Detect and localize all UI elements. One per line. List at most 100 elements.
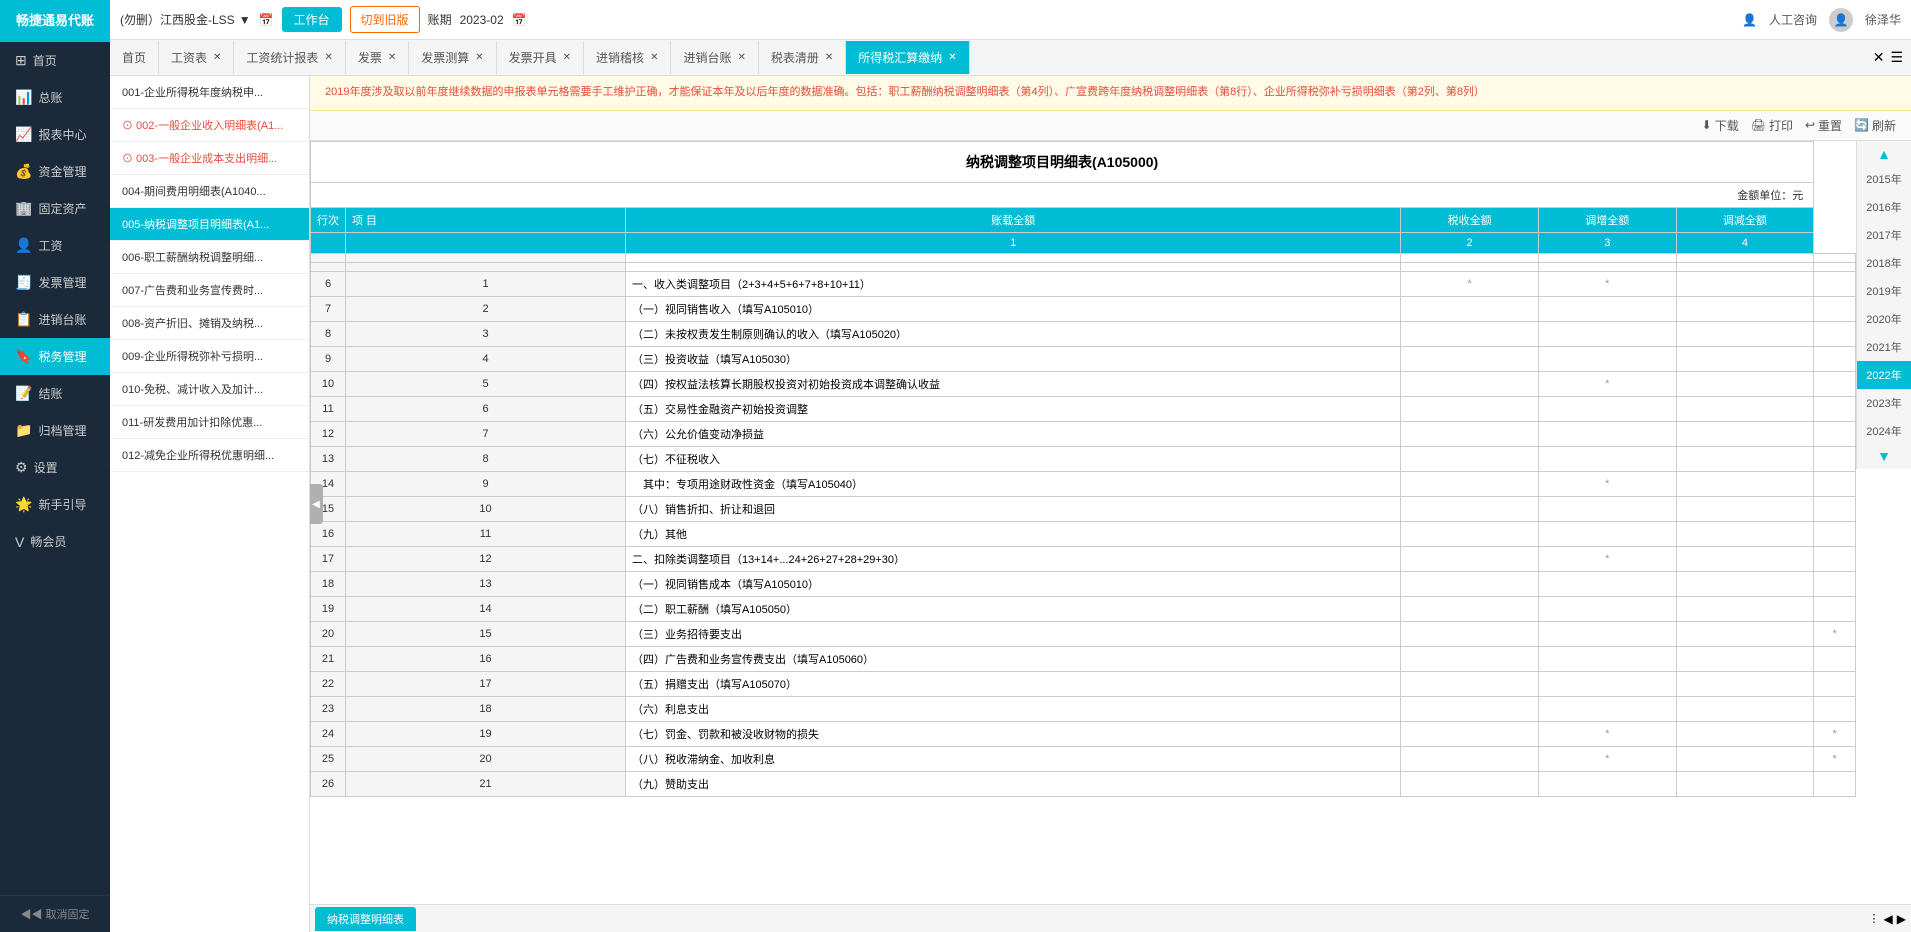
sidebar-unpin[interactable]: ◀◀ 取消固定	[0, 895, 110, 932]
cell-c2[interactable]	[1538, 396, 1676, 421]
cell-c1[interactable]	[1401, 521, 1539, 546]
tab-close[interactable]: ✕	[563, 52, 571, 63]
cell-c3[interactable]	[1676, 496, 1814, 521]
left-panel-item-009[interactable]: 009-企业所得税弥补亏损明...	[110, 340, 309, 373]
year-2015[interactable]: 2015年	[1857, 165, 1911, 193]
cell-c2[interactable]	[1538, 596, 1676, 621]
menu-icon[interactable]: ☰	[1890, 49, 1903, 66]
year-up-button[interactable]: ▲	[1874, 143, 1894, 165]
sidebar-item-purchasesales[interactable]: 📋 进销台账	[0, 301, 110, 338]
cell-c4[interactable]	[1814, 346, 1856, 371]
cell-c2[interactable]	[1538, 696, 1676, 721]
tab-tax-register[interactable]: 税表清册 ✕	[759, 41, 846, 74]
sidebar-item-archive[interactable]: 📁 归档管理	[0, 412, 110, 449]
cell-c1[interactable]	[1401, 296, 1539, 321]
cell-c1[interactable]	[1401, 771, 1539, 796]
cell-c1[interactable]	[1401, 621, 1539, 646]
year-2019[interactable]: 2019年	[1857, 277, 1911, 305]
year-2020[interactable]: 2020年	[1857, 305, 1911, 333]
cell-c3[interactable]	[1676, 396, 1814, 421]
cell-c4[interactable]	[1814, 446, 1856, 471]
cell-c2[interactable]	[1538, 346, 1676, 371]
refresh-button[interactable]: 🔄 刷新	[1854, 117, 1896, 134]
cell-c3[interactable]	[1676, 371, 1814, 396]
cell-c1[interactable]	[1401, 471, 1539, 496]
sidebar-item-closing[interactable]: 📝 结账	[0, 375, 110, 412]
sidebar-item-home[interactable]: ⊞ 首页	[0, 42, 110, 79]
cell-c4[interactable]	[1814, 546, 1856, 571]
cell-c2[interactable]: *	[1538, 271, 1676, 296]
scroll-right-icon[interactable]: ▶	[1897, 912, 1906, 926]
tab-invoice[interactable]: 发票 ✕	[346, 41, 409, 74]
cell-c2[interactable]	[1538, 671, 1676, 696]
cell-c3[interactable]	[1676, 346, 1814, 371]
year-2016[interactable]: 2016年	[1857, 193, 1911, 221]
left-panel-item-006[interactable]: 006-职工薪酬纳税调整明细...	[110, 241, 309, 274]
cell-c3[interactable]	[1676, 746, 1814, 771]
sidebar-item-salary[interactable]: 👤 工资	[0, 227, 110, 264]
cell-c2[interactable]	[1538, 321, 1676, 346]
cell-c3[interactable]	[1676, 521, 1814, 546]
cell-c1[interactable]	[1401, 721, 1539, 746]
left-panel-item-011[interactable]: 011-研发费用加计扣除优惠...	[110, 406, 309, 439]
sidebar-item-finance[interactable]: 💰 资金管理	[0, 153, 110, 190]
tab-close[interactable]: ✕	[388, 52, 396, 63]
cell-c2[interactable]: *	[1538, 371, 1676, 396]
cell-c1[interactable]	[1401, 253, 1539, 262]
cell-c4[interactable]: *	[1814, 746, 1856, 771]
tab-close[interactable]: ✕	[650, 52, 658, 63]
cell-c2[interactable]	[1538, 521, 1676, 546]
cell-c3[interactable]	[1676, 471, 1814, 496]
cell-c2[interactable]	[1538, 621, 1676, 646]
cell-c4[interactable]	[1814, 296, 1856, 321]
cell-c1[interactable]	[1401, 596, 1539, 621]
year-2021[interactable]: 2021年	[1857, 333, 1911, 361]
year-2022[interactable]: 2022年	[1857, 361, 1911, 389]
left-panel-item-001[interactable]: 001-企业所得税年度纳税申...	[110, 76, 309, 109]
year-2024[interactable]: 2024年	[1857, 417, 1911, 445]
tab-salary-stats[interactable]: 工资统计报表 ✕	[234, 41, 345, 74]
year-down-button[interactable]: ▼	[1874, 445, 1894, 467]
cell-c1[interactable]: *	[1401, 271, 1539, 296]
cell-c4[interactable]	[1814, 271, 1856, 296]
cell-c4[interactable]	[1814, 371, 1856, 396]
cell-c3[interactable]	[1676, 253, 1814, 262]
cell-c3[interactable]	[1676, 671, 1814, 696]
user-label[interactable]: 徐泽华	[1865, 11, 1901, 28]
service-label[interactable]: 人工咨询	[1769, 11, 1817, 28]
sidebar-item-settings[interactable]: ⚙ 设置	[0, 449, 110, 486]
cell-c4[interactable]	[1814, 253, 1856, 262]
year-2023[interactable]: 2023年	[1857, 389, 1911, 417]
cell-c3[interactable]	[1676, 546, 1814, 571]
cell-c3[interactable]	[1676, 571, 1814, 596]
cell-c1[interactable]	[1401, 321, 1539, 346]
left-panel-item-012[interactable]: 012-减免企业所得税优惠明细...	[110, 439, 309, 472]
collapse-panel-button[interactable]: ◀	[310, 484, 323, 524]
cell-c3[interactable]	[1676, 596, 1814, 621]
cell-c4[interactable]	[1814, 571, 1856, 596]
cell-c3[interactable]	[1676, 421, 1814, 446]
cell-c2[interactable]	[1538, 771, 1676, 796]
left-panel-item-010[interactable]: 010-免税、减计收入及加计...	[110, 373, 309, 406]
cell-c1[interactable]	[1401, 371, 1539, 396]
cell-c2[interactable]: *	[1538, 721, 1676, 746]
sidebar-item-invoice[interactable]: 🧾 发票管理	[0, 264, 110, 301]
tab-invoice-open[interactable]: 发票开具 ✕	[497, 41, 584, 74]
left-panel-item-004[interactable]: 004-期间费用明细表(A1040...	[110, 175, 309, 208]
cell-c2[interactable]	[1538, 296, 1676, 321]
cell-c3[interactable]	[1676, 721, 1814, 746]
left-panel-item-007[interactable]: 007-广告费和业务宣传费时...	[110, 274, 309, 307]
cell-c2[interactable]	[1538, 446, 1676, 471]
cell-c2[interactable]: *	[1538, 546, 1676, 571]
year-2018[interactable]: 2018年	[1857, 249, 1911, 277]
year-2017[interactable]: 2017年	[1857, 221, 1911, 249]
cell-c2[interactable]	[1538, 253, 1676, 262]
cell-c4[interactable]	[1814, 671, 1856, 696]
cell-c1[interactable]	[1401, 421, 1539, 446]
cell-c4[interactable]	[1814, 596, 1856, 621]
cell-c2[interactable]	[1538, 571, 1676, 596]
cell-c2[interactable]	[1538, 421, 1676, 446]
cell-c4[interactable]	[1814, 471, 1856, 496]
tab-close[interactable]: ✕	[737, 52, 745, 63]
reset-button[interactable]: ↩ 重置	[1805, 117, 1842, 134]
